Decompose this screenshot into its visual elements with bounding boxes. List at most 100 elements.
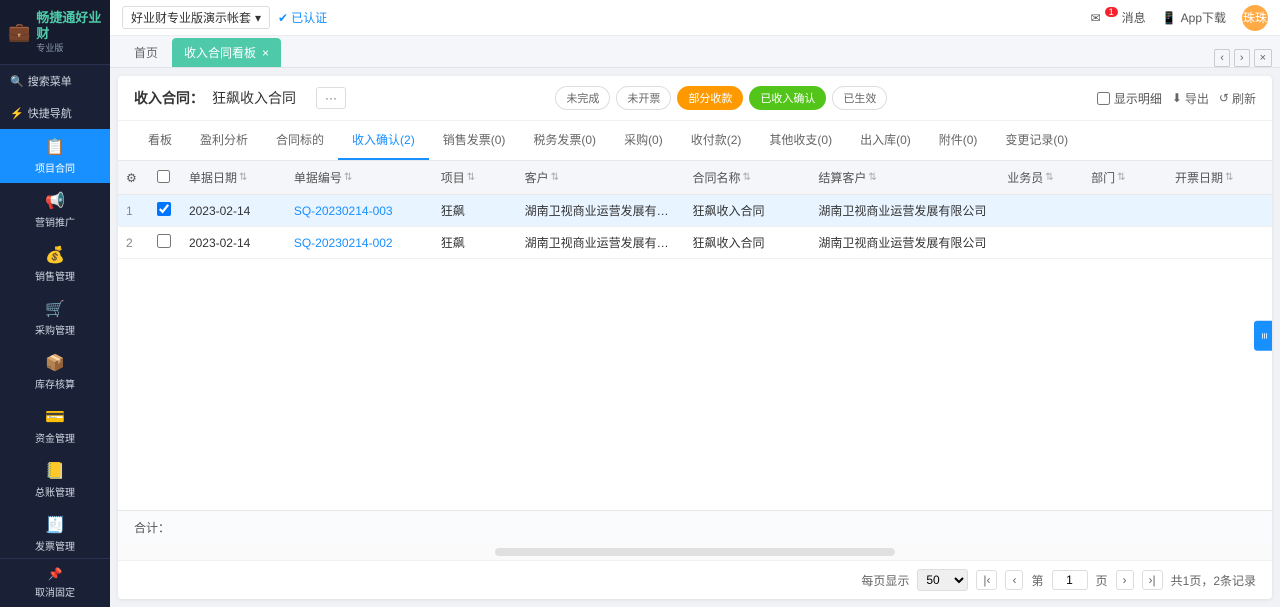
td-open_date	[1167, 227, 1272, 259]
content-tab-变更记录(0)[interactable]: 变更记录(0)	[991, 121, 1082, 160]
sidebar-item-unpin[interactable]: 📌 取消固定	[0, 559, 110, 607]
app-download-label: App下载	[1181, 9, 1226, 26]
content-tab-合同标的[interactable]: 合同标的	[262, 121, 338, 160]
general-ledger-label: 总账管理	[35, 484, 75, 499]
row-checkbox[interactable]	[157, 202, 171, 216]
sidebar-item-finance[interactable]: 💳资金管理	[0, 399, 110, 453]
message-badge: 1	[1105, 7, 1118, 17]
status-btn-未完成[interactable]: 未完成	[555, 86, 610, 110]
sidebar-item-sales[interactable]: 💰销售管理	[0, 237, 110, 291]
company-selector[interactable]: 好业财专业版演示帐套 ▾	[122, 6, 270, 29]
td-check[interactable]	[149, 227, 180, 259]
status-btn-已生效[interactable]: 已生效	[832, 86, 887, 110]
content-tab-收付款(2)[interactable]: 收付款(2)	[677, 121, 756, 160]
message-icon: ✉	[1091, 11, 1101, 25]
td-number[interactable]: SQ-20230214-003	[286, 195, 433, 227]
search-menu[interactable]: 🔍 搜索菜单	[0, 65, 110, 97]
table-row[interactable]: 22023-02-14SQ-20230214-002狂飙湖南卫视商业运营发展有限…	[118, 227, 1272, 259]
th-sort-contract[interactable]: 合同名称⇅	[692, 169, 802, 186]
th-sort-salesperson[interactable]: 业务员⇅	[1007, 169, 1075, 186]
company-dropdown-icon: ▾	[255, 11, 261, 25]
th-sort-date[interactable]: 单据日期⇅	[189, 169, 278, 186]
sidebar-item-general-ledger[interactable]: 📒总账管理	[0, 453, 110, 507]
page-last-btn[interactable]: ›|	[1142, 570, 1163, 590]
content-tab-收入确认(2)[interactable]: 收入确认(2)	[338, 121, 429, 160]
td-contract: 狂飙收入合同	[684, 227, 810, 259]
row-number-link[interactable]: SQ-20230214-002	[294, 236, 393, 250]
sidebar-item-purchase[interactable]: 🛒采购管理	[0, 291, 110, 345]
sidebar-item-marketing[interactable]: 📢营销推广	[0, 183, 110, 237]
th-settings[interactable]: ⚙	[118, 161, 149, 195]
content-tab-其他收支(0)[interactable]: 其他收支(0)	[755, 121, 846, 160]
export-btn[interactable]: ⬇ 导出	[1172, 90, 1209, 107]
status-btn-已收入确认[interactable]: 已收入确认	[749, 86, 826, 110]
sidebar-item-project-contract[interactable]: 📋项目合同	[0, 129, 110, 183]
refresh-btn[interactable]: ↺ 刷新	[1219, 90, 1256, 107]
content-tab-税务发票(0)[interactable]: 税务发票(0)	[519, 121, 610, 160]
page-header: 收入合同： 狂飙收入合同 ··· 未完成未开票部分收款已收入确认已生效 显示明细…	[118, 76, 1272, 121]
tab-nav-prev[interactable]: ‹	[1214, 49, 1230, 67]
quick-nav-icon: ⚡	[10, 107, 24, 120]
content-tab-附件(0)[interactable]: 附件(0)	[925, 121, 992, 160]
message-btn[interactable]: ✉ 1 消息	[1091, 9, 1146, 26]
select-all-checkbox[interactable]	[157, 170, 170, 183]
data-table: ⚙单据日期⇅单据编号⇅项目⇅客户⇅合同名称⇅结算客户⇅业务员⇅部门⇅开票日期⇅ …	[118, 161, 1272, 259]
row-checkbox[interactable]	[157, 234, 171, 248]
content-tab-销售发票(0)[interactable]: 销售发票(0)	[429, 121, 520, 160]
th-customer: 客户⇅	[517, 161, 685, 195]
app-download-btn[interactable]: 📱 App下载	[1162, 9, 1226, 26]
content-tab-看板[interactable]: 看板	[134, 121, 186, 160]
page-prev-btn[interactable]: ‹	[1005, 570, 1023, 590]
table-row[interactable]: 12023-02-14SQ-20230214-003狂飙湖南卫视商业运营发展有限…	[118, 195, 1272, 227]
invoice-label: 发票管理	[35, 538, 75, 553]
tab-close-icon[interactable]: ×	[262, 46, 269, 60]
th-sort-project[interactable]: 项目⇅	[441, 169, 509, 186]
verified-icon: ✔	[278, 11, 288, 25]
verified-label: 已认证	[291, 9, 327, 26]
per-page-select[interactable]: 2050100200	[917, 569, 968, 591]
status-btn-未开票[interactable]: 未开票	[616, 86, 671, 110]
td-settle_customer: 湖南卫视商业运营发展有限公司	[810, 227, 999, 259]
settings-icon[interactable]: ⚙	[126, 171, 137, 185]
invoice-icon: 🧾	[45, 515, 65, 535]
td-settings: 2	[118, 227, 149, 259]
message-label: 消息	[1122, 9, 1146, 26]
th-check[interactable]	[149, 161, 180, 195]
th-sort-customer[interactable]: 客户⇅	[525, 169, 677, 186]
content-tab-盈利分析[interactable]: 盈利分析	[186, 121, 262, 160]
row-number-link[interactable]: SQ-20230214-003	[294, 204, 393, 218]
display-detail-label: 显示明细	[1114, 90, 1162, 107]
inventory-icon: 📦	[45, 353, 65, 373]
tab-nav-next[interactable]: ›	[1234, 49, 1250, 67]
th-sort-department[interactable]: 部门⇅	[1091, 169, 1159, 186]
home-tab[interactable]: 首页	[122, 38, 170, 67]
th-sort-open_date[interactable]: 开票日期⇅	[1175, 169, 1264, 186]
more-btn[interactable]: ···	[316, 87, 346, 109]
tab-nav-close[interactable]: ×	[1254, 49, 1272, 67]
display-detail-checkbox[interactable]: 显示明细	[1097, 90, 1162, 107]
right-panel-btn[interactable]: ≡	[1254, 320, 1272, 350]
sidebar-item-invoice[interactable]: 🧾 发票管理	[0, 507, 110, 558]
row-num: 1	[126, 204, 133, 218]
fake-scrollbar[interactable]	[495, 548, 895, 556]
download-icon: 📱	[1162, 11, 1177, 25]
content-tab-出入库(0)[interactable]: 出入库(0)	[846, 121, 925, 160]
active-tab[interactable]: 收入合同看板 ×	[172, 38, 281, 67]
page-first-btn[interactable]: |‹	[976, 570, 997, 590]
td-salesperson	[999, 227, 1083, 259]
sidebar: 💼 畅捷通好业财 专业版 🔍 搜索菜单 ⚡ 快捷导航 📋项目合同📢营销推广💰销售…	[0, 0, 110, 607]
page-input[interactable]	[1052, 570, 1088, 590]
td-check[interactable]	[149, 195, 180, 227]
th-sort-settle_customer[interactable]: 结算客户⇅	[818, 169, 991, 186]
th-sort-number[interactable]: 单据编号⇅	[294, 169, 425, 186]
content-tab-采购(0)[interactable]: 采购(0)	[610, 121, 677, 160]
user-avatar[interactable]: 珠珠	[1242, 5, 1268, 31]
detail-checkbox-input[interactable]	[1097, 92, 1110, 105]
quick-nav[interactable]: ⚡ 快捷导航	[0, 97, 110, 129]
sidebar-item-inventory[interactable]: 📦库存核算	[0, 345, 110, 399]
td-number[interactable]: SQ-20230214-002	[286, 227, 433, 259]
td-settings: 1	[118, 195, 149, 227]
page-next-btn[interactable]: ›	[1116, 570, 1134, 590]
th-salesperson: 业务员⇅	[999, 161, 1083, 195]
status-btn-部分收款[interactable]: 部分收款	[677, 86, 743, 110]
